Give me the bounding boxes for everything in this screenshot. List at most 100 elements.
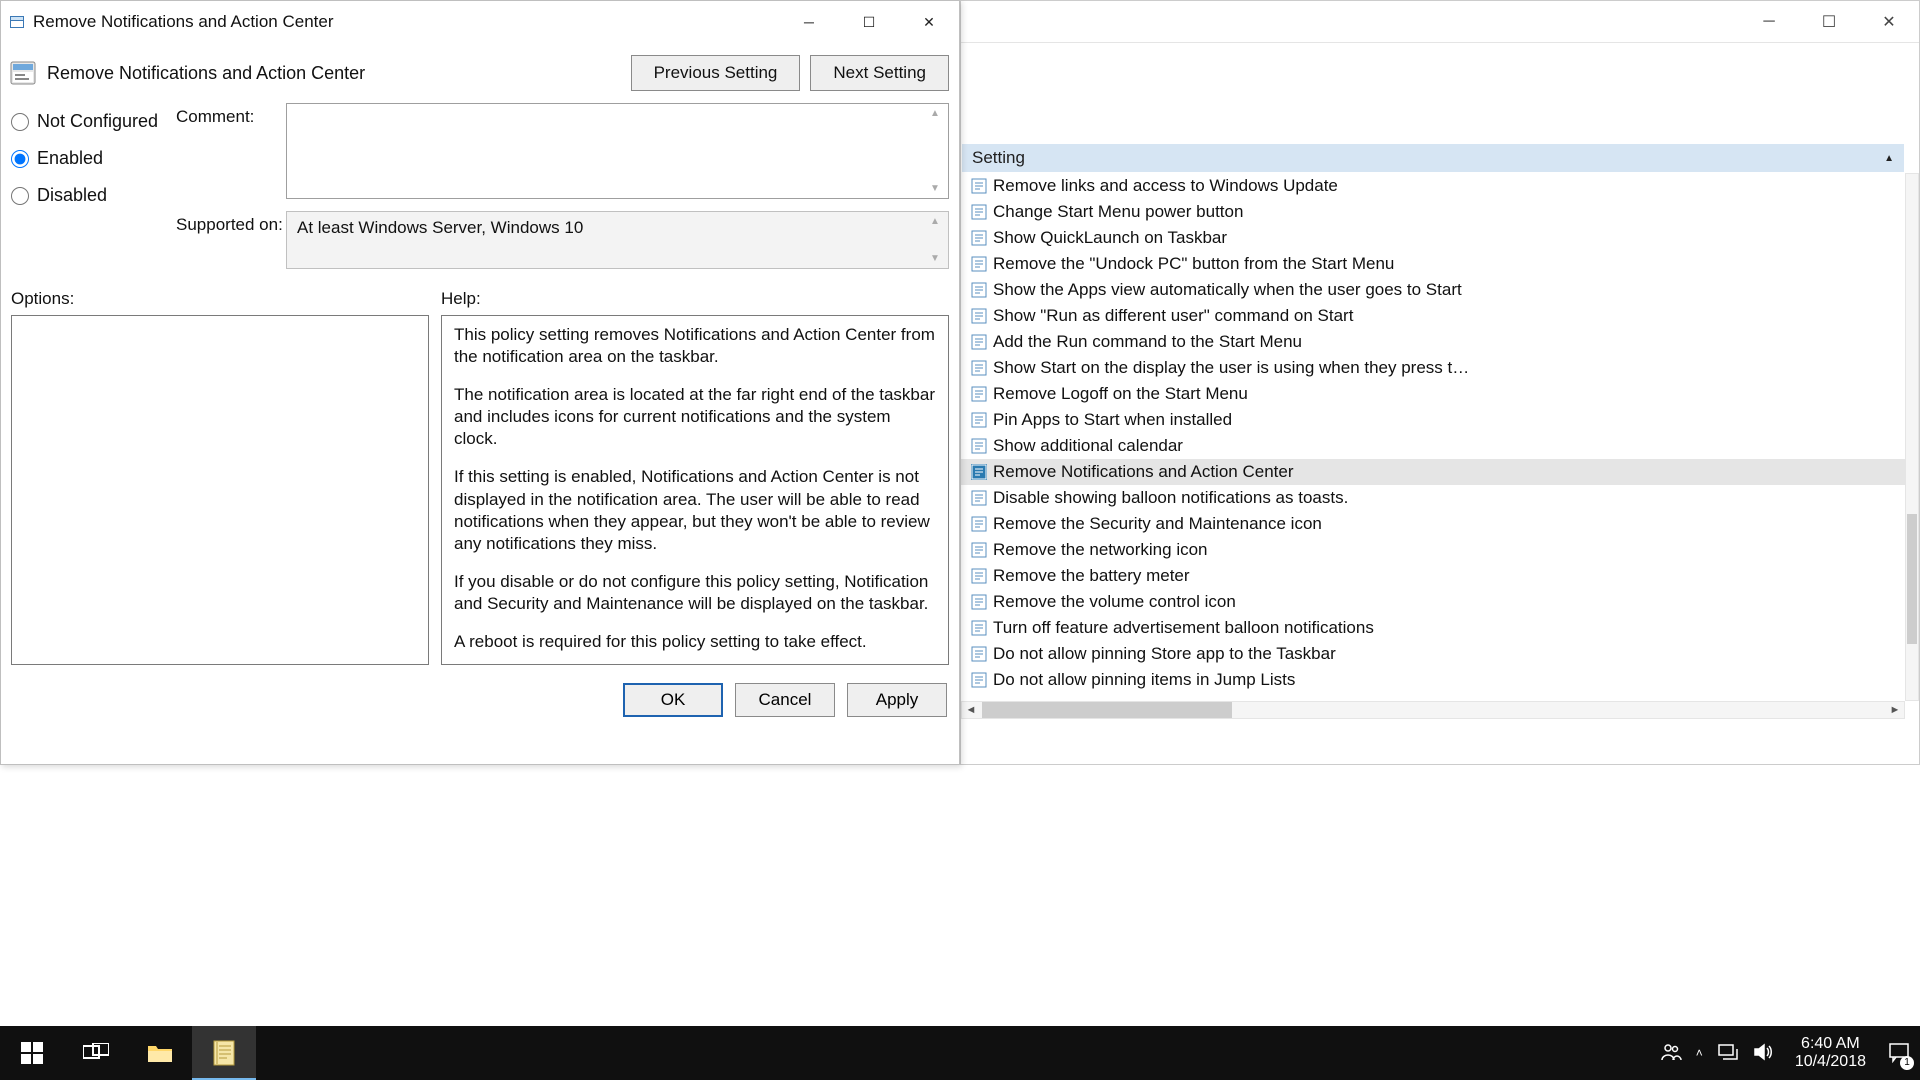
close-button[interactable]: ✕ (899, 1, 959, 43)
list-item[interactable]: Show additional calendar (961, 433, 1905, 459)
previous-setting-button[interactable]: Previous Setting (631, 55, 801, 91)
taskbar-clock[interactable]: 6:40 AM 10/4/2018 (1787, 1035, 1874, 1072)
column-header-setting[interactable]: Setting ▲ (961, 143, 1905, 173)
tray-chevron-up-icon[interactable]: ˄ (1696, 1046, 1703, 1060)
bg-close-button[interactable]: ✕ (1859, 1, 1919, 43)
apply-button[interactable]: Apply (847, 683, 947, 717)
list-item[interactable]: Do not allow pinning Store app to the Ta… (961, 641, 1905, 667)
policy-item-icon (971, 594, 987, 610)
vertical-scrollbar[interactable] (1905, 173, 1919, 701)
chevron-up-icon: ▲ (930, 108, 948, 119)
start-button[interactable] (0, 1026, 64, 1080)
radio-disabled-input[interactable] (11, 187, 29, 205)
list-item-label: Show QuickLaunch on Taskbar (993, 228, 1227, 248)
policy-item-icon (971, 308, 987, 324)
radio-enabled[interactable]: Enabled (11, 148, 176, 169)
volume-icon[interactable] (1753, 1043, 1773, 1064)
titlebar[interactable]: Remove Notifications and Action Center ─… (1, 1, 959, 43)
policy-item-icon (971, 386, 987, 402)
comment-textarea[interactable]: ▲▼ (286, 103, 949, 199)
radio-disabled[interactable]: Disabled (11, 185, 176, 206)
list-item[interactable]: Show "Run as different user" command on … (961, 303, 1905, 329)
taskbar: ˄ 6:40 AM 10/4/2018 1 (0, 1026, 1920, 1080)
list-item[interactable]: Turn off feature advertisement balloon n… (961, 615, 1905, 641)
policy-settings-list[interactable]: Remove links and access to Windows Updat… (961, 173, 1905, 701)
list-item-label: Disable showing balloon notifications as… (993, 488, 1348, 508)
list-item-label: Show "Run as different user" command on … (993, 306, 1353, 326)
minimize-button[interactable]: ─ (779, 1, 839, 43)
file-explorer-taskbar[interactable] (128, 1026, 192, 1080)
chevron-down-icon: ▼ (930, 253, 948, 264)
list-item-label: Show Start on the display the user is us… (993, 358, 1469, 378)
list-item[interactable]: Remove the "Undock PC" button from the S… (961, 251, 1905, 277)
list-item[interactable]: Remove the battery meter (961, 563, 1905, 589)
policy-item-icon (971, 412, 987, 428)
list-item[interactable]: Show QuickLaunch on Taskbar (961, 225, 1905, 251)
ok-button[interactable]: OK (623, 683, 723, 717)
radio-not-configured[interactable]: Not Configured (11, 111, 176, 132)
list-item[interactable]: Pin Apps to Start when installed (961, 407, 1905, 433)
bg-maximize-button[interactable]: ☐ (1799, 1, 1859, 43)
help-text: If you disable or do not configure this … (454, 571, 936, 615)
list-item-label: Do not allow pinning items in Jump Lists (993, 670, 1295, 690)
list-item-label: Remove the volume control icon (993, 592, 1236, 612)
policy-item-icon (971, 464, 987, 480)
scroll-right-icon[interactable]: ► (1886, 702, 1904, 718)
cancel-button[interactable]: Cancel (735, 683, 835, 717)
gpedit-background-window: ─ ☐ ✕ Setting ▲ Remove links and access … (960, 0, 1920, 765)
radio-label: Not Configured (37, 111, 158, 132)
list-item[interactable]: Show the Apps view automatically when th… (961, 277, 1905, 303)
policy-item-icon (971, 178, 987, 194)
policy-item-icon (971, 360, 987, 376)
list-item[interactable]: Remove Logoff on the Start Menu (961, 381, 1905, 407)
setting-icon (9, 59, 37, 87)
list-item[interactable]: Add the Run command to the Start Menu (961, 329, 1905, 355)
supported-on-label: Supported on: (176, 211, 286, 235)
bg-minimize-button[interactable]: ─ (1739, 1, 1799, 43)
supported-on-text: At least Windows Server, Windows 10 (297, 218, 583, 237)
radio-enabled-input[interactable] (11, 150, 29, 168)
list-item-label: Do not allow pinning Store app to the Ta… (993, 644, 1336, 664)
list-item-label: Show the Apps view automatically when th… (993, 280, 1462, 300)
policy-item-icon (971, 334, 987, 350)
list-item[interactable]: Remove links and access to Windows Updat… (961, 173, 1905, 199)
help-text: This policy setting removes Notification… (454, 324, 936, 368)
list-item[interactable]: Do not allow pinning items in Jump Lists (961, 667, 1905, 693)
options-pane (11, 315, 429, 665)
list-item[interactable]: Remove the networking icon (961, 537, 1905, 563)
horizontal-scrollbar[interactable]: ◄ ► (961, 701, 1905, 719)
help-pane[interactable]: This policy setting removes Notification… (441, 315, 949, 665)
list-item[interactable]: Remove Notifications and Action Center (961, 459, 1905, 485)
policy-item-icon (971, 620, 987, 636)
list-item-label: Remove the Security and Maintenance icon (993, 514, 1322, 534)
help-text: A reboot is required for this policy set… (454, 631, 936, 653)
help-text: The notification area is located at the … (454, 384, 936, 450)
options-label: Options: (11, 289, 441, 309)
list-item[interactable]: Show Start on the display the user is us… (961, 355, 1905, 381)
next-setting-button[interactable]: Next Setting (810, 55, 949, 91)
radio-not-configured-input[interactable] (11, 113, 29, 131)
window-title: Remove Notifications and Action Center (33, 12, 334, 32)
list-item[interactable]: Remove the volume control icon (961, 589, 1905, 615)
supported-on-value: At least Windows Server, Windows 10 ▲ ▼ (286, 211, 949, 269)
task-view-button[interactable] (64, 1026, 128, 1080)
people-icon[interactable] (1660, 1041, 1682, 1066)
action-center-icon[interactable]: 1 (1888, 1041, 1910, 1066)
chevron-up-icon: ▲ (930, 216, 948, 227)
list-item[interactable]: Disable showing balloon notifications as… (961, 485, 1905, 511)
scroll-left-icon[interactable]: ◄ (962, 702, 980, 718)
maximize-button[interactable]: ☐ (839, 1, 899, 43)
gpedit-taskbar[interactable] (192, 1026, 256, 1080)
chevron-up-icon: ▲ (1884, 153, 1894, 164)
help-label: Help: (441, 289, 481, 309)
list-item[interactable]: Remove the Security and Maintenance icon (961, 511, 1905, 537)
comment-label: Comment: (176, 103, 286, 203)
policy-item-icon (971, 646, 987, 662)
scrollbar-thumb[interactable] (982, 702, 1232, 718)
scrollbar-thumb[interactable] (1907, 514, 1917, 644)
policy-item-icon (971, 282, 987, 298)
clock-time: 6:40 AM (1795, 1035, 1866, 1053)
list-item-label: Remove the "Undock PC" button from the S… (993, 254, 1394, 274)
list-item[interactable]: Change Start Menu power button (961, 199, 1905, 225)
network-icon[interactable] (1717, 1043, 1739, 1064)
